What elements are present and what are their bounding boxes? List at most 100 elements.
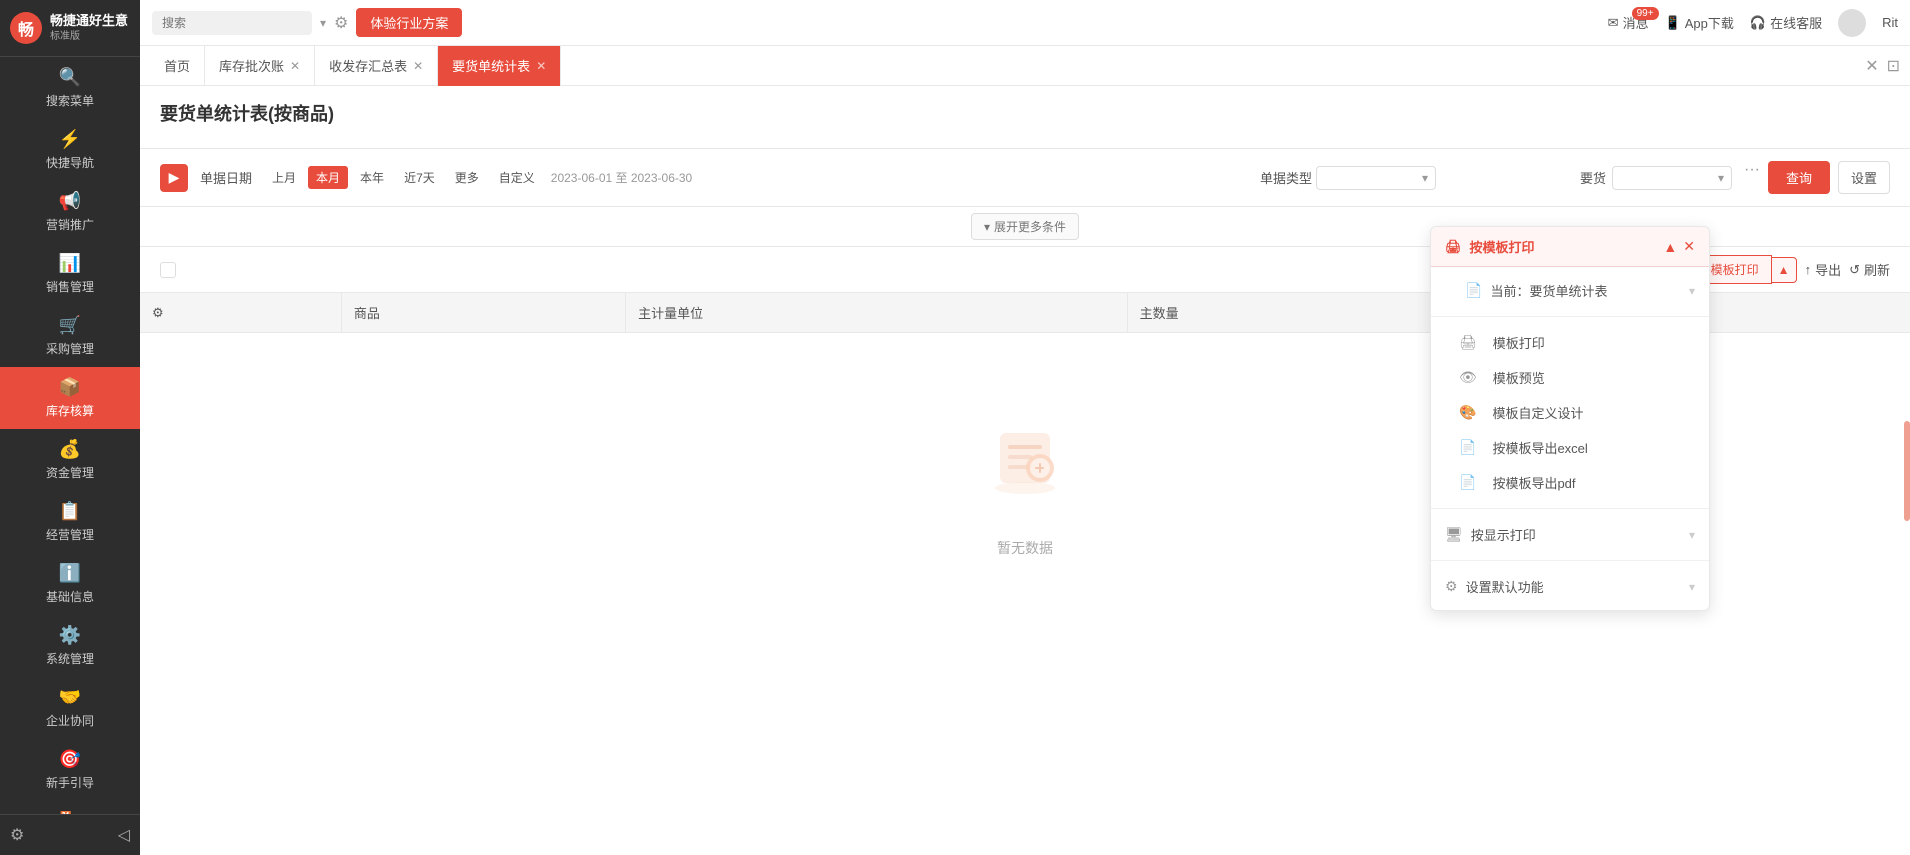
order-category-select[interactable]	[1612, 166, 1732, 190]
divider-1	[1431, 316, 1709, 317]
close-window-btn[interactable]: ✕	[1865, 56, 1878, 76]
finance-icon: 💰	[59, 439, 81, 460]
dropdown-printer-icon: 🖨	[1445, 239, 1462, 255]
col-product: 商品	[341, 293, 625, 333]
sidebar-bottom: ⚙ ◁	[0, 814, 140, 855]
topbar-online-service[interactable]: 🎧 在线客服	[1750, 13, 1822, 32]
type-filter-label: 单据类型	[1260, 168, 1312, 187]
tab-order-stats-close[interactable]: ✕	[536, 59, 546, 73]
maximize-window-btn[interactable]: ⊡	[1887, 56, 1900, 76]
date-opt-last-month[interactable]: 上月	[264, 166, 304, 189]
dropdown-item-template-excel[interactable]: 📄 按模板导出excel	[1431, 430, 1709, 465]
export-icon: ↑	[1805, 262, 1812, 277]
order-category-label: 要货	[1580, 168, 1606, 187]
dropdown-items-section: 🖨 模板打印 👁 模板预览 🎨 模板自定义设计	[1431, 319, 1709, 506]
default-function-chevron-icon: ▾	[1689, 580, 1695, 594]
user-avatar[interactable]	[1838, 9, 1866, 37]
dropdown-item-template-preview[interactable]: 👁 模板预览	[1431, 360, 1709, 395]
dropdown-header: 🖨 按模板打印 ▲ ✕	[1431, 227, 1709, 267]
sidebar-volume-btn[interactable]: ◁	[118, 825, 130, 845]
date-opt-more[interactable]: 更多	[447, 166, 487, 189]
col-settings[interactable]: ⚙	[140, 293, 341, 333]
tabbar: 首页 库存批次账 ✕ 收发存汇总表 ✕ 要货单统计表 ✕ ✕ ⊡	[140, 46, 1910, 86]
date-opt-this-year[interactable]: 本年	[352, 166, 392, 189]
empty-text: 暂无数据	[997, 538, 1053, 558]
filter-settings-btn[interactable]: 设置	[1838, 161, 1890, 194]
filter-expand-btn[interactable]: ▶	[160, 164, 188, 192]
dropdown-current-item[interactable]: 📄 当前：要货单统计表 ▾	[1431, 273, 1709, 308]
tab-inventory-batch[interactable]: 库存批次账 ✕	[205, 46, 315, 86]
message-badge: 99+	[1632, 7, 1659, 20]
search-chevron-icon[interactable]: ▾	[320, 16, 326, 30]
sidebar-item-finance[interactable]: 💰 资金管理	[0, 429, 140, 491]
dropdown-item-template-pdf[interactable]: 📄 按模板导出pdf	[1431, 465, 1709, 500]
date-filter-label: 单据日期	[200, 168, 252, 187]
sidebar-item-inventory[interactable]: 📦 库存核算	[0, 367, 140, 429]
sidebar-settings-btn[interactable]: ⚙	[10, 825, 24, 845]
marketing-icon: 📢	[59, 191, 81, 212]
sidebar-item-guide[interactable]: 🎯 新手引导	[0, 739, 140, 801]
sidebar-item-collab[interactable]: 🤝 企业协同	[0, 677, 140, 739]
table-select-all[interactable]	[160, 262, 176, 278]
tab-inventory-batch-close[interactable]: ✕	[290, 59, 300, 73]
experience-btn[interactable]: 体验行业方案	[356, 8, 462, 37]
print-dropdown-menu: 🖨 按模板打印 ▲ ✕ 📄 当前：要货单统计表 ▾	[1430, 226, 1710, 611]
sidebar-nav: 🔍 搜索菜单 ⚡ 快捷导航 📢 营销推广 📊 销售管理 🛒 采购管理 📦 库存核…	[0, 57, 140, 814]
order-category-filter: 要货 ▾	[1580, 166, 1732, 190]
topbar-app-download[interactable]: 📱 App下载	[1665, 13, 1734, 32]
expand-more-btn[interactable]: ▾ 展开更多条件	[971, 213, 1079, 240]
dropdown-default-function[interactable]: ⚙ 设置默认功能 ▾	[1431, 569, 1709, 604]
page-content: 要货单统计表(按商品) ▶ 单据日期 上月 本月 本年 近7天 更多 自定义 2…	[140, 86, 1910, 855]
sidebar: 畅 畅捷通好生意 标准版 🔍 搜索菜单 ⚡ 快捷导航 📢 营销推广 📊 销售管理…	[0, 0, 140, 855]
dropdown-display-print[interactable]: 🖥 按显示打印 ▾	[1431, 517, 1709, 552]
sidebar-item-basic[interactable]: ℹ️ 基础信息	[0, 553, 140, 615]
dropdown-display-section: 🖥 按显示打印 ▾	[1431, 511, 1709, 558]
tab-home[interactable]: 首页	[150, 46, 205, 86]
dropdown-up-icon[interactable]: ▲	[1663, 239, 1677, 255]
phone-icon: 📱	[1665, 15, 1681, 31]
refresh-btn[interactable]: ↺ 刷新	[1849, 260, 1890, 279]
print-chevron-btn[interactable]: ▲	[1772, 257, 1797, 283]
sidebar-item-sales[interactable]: 📊 销售管理	[0, 243, 140, 305]
topbar-message[interactable]: ✉ 消息 99+	[1608, 13, 1649, 32]
dropdown-header-controls: ▲ ✕	[1663, 238, 1695, 255]
dropdown-close-icon[interactable]: ✕	[1683, 238, 1695, 255]
display-print-chevron-icon: ▾	[1689, 528, 1695, 542]
sales-icon: 📊	[59, 253, 81, 274]
topbar-gear-icon[interactable]: ⚙	[334, 13, 348, 33]
type-filter: 单据类型 ▾	[1260, 166, 1436, 190]
divider-3	[1431, 560, 1709, 561]
tab-order-stats[interactable]: 要货单统计表 ✕	[438, 46, 561, 86]
scrollbar-indicator	[1904, 421, 1910, 521]
sidebar-item-search[interactable]: 🔍 搜索菜单	[0, 57, 140, 119]
tab-collection-summary[interactable]: 收发存汇总表 ✕	[315, 46, 438, 86]
export-btn[interactable]: ↑ 导出	[1805, 260, 1842, 279]
sidebar-item-purchase[interactable]: 🛒 采购管理	[0, 305, 140, 367]
sidebar-item-shortcut[interactable]: ⚡ 快捷导航	[0, 119, 140, 181]
more-options-icon[interactable]: ···	[1744, 161, 1760, 194]
sidebar-item-operations[interactable]: 📋 经营管理	[0, 491, 140, 553]
tab-collection-summary-close[interactable]: ✕	[413, 59, 423, 73]
inventory-icon: 📦	[59, 377, 81, 398]
default-function-icon: ⚙	[1445, 578, 1458, 595]
dropdown-item-template-print[interactable]: 🖨 模板打印	[1431, 325, 1709, 360]
search-icon: 🔍	[59, 67, 81, 88]
guide-icon: 🎯	[59, 749, 81, 770]
filter-actions: ··· 查询 设置	[1744, 161, 1890, 194]
collab-icon: 🤝	[59, 687, 81, 708]
dropdown-item-template-custom[interactable]: 🎨 模板自定义设计	[1431, 395, 1709, 430]
sidebar-item-apps[interactable]: 🏪 应用中心	[0, 801, 140, 814]
sidebar-item-system[interactable]: ⚙️ 系统管理	[0, 615, 140, 677]
message-icon: ✉	[1608, 15, 1619, 31]
dropdown-title: 🖨 按模板打印	[1445, 237, 1535, 256]
date-opt-this-month[interactable]: 本月	[308, 166, 348, 189]
sidebar-item-marketing[interactable]: 📢 营销推广	[0, 181, 140, 243]
query-btn[interactable]: 查询	[1768, 161, 1830, 194]
date-opt-custom[interactable]: 自定义	[491, 166, 543, 189]
operations-icon: 📋	[59, 501, 81, 522]
shortcut-icon: ⚡	[59, 129, 81, 150]
search-input[interactable]	[152, 11, 312, 35]
display-print-icon: 🖥	[1445, 526, 1463, 543]
date-opt-last-7[interactable]: 近7天	[396, 166, 443, 189]
type-select[interactable]	[1316, 166, 1436, 190]
